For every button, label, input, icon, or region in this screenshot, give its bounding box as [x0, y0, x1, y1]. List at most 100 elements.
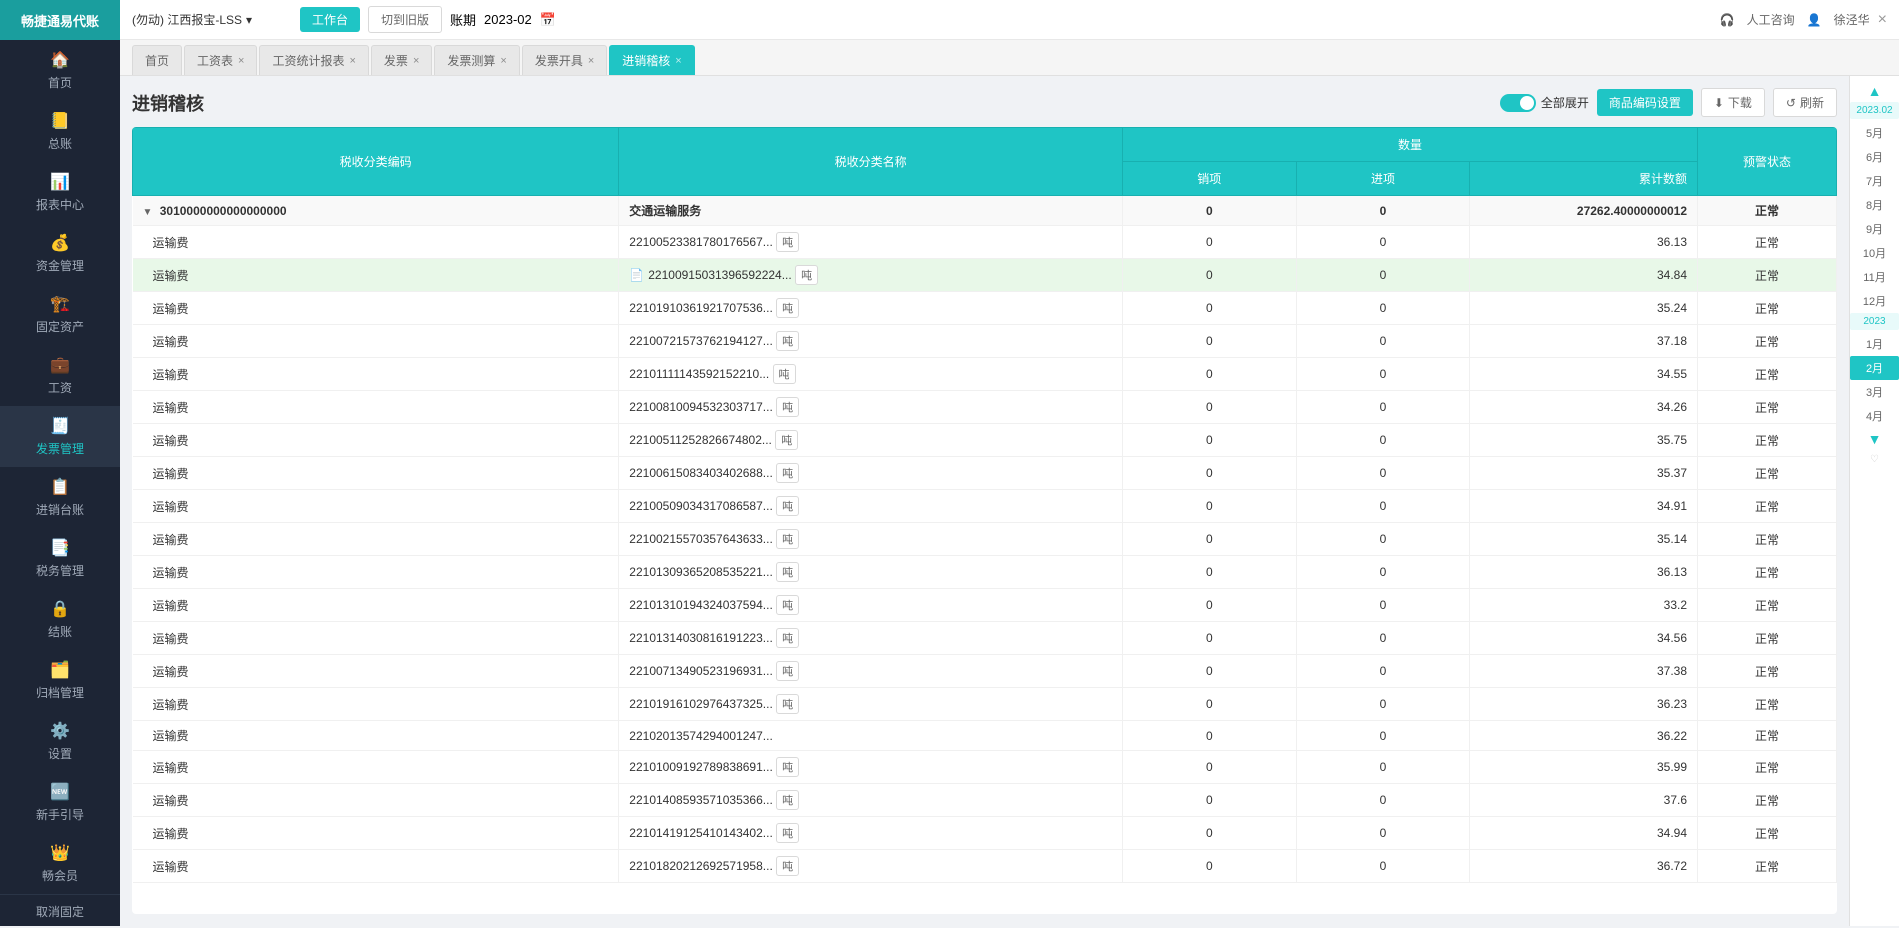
sidebar-item-tax[interactable]: 📑 税务管理: [0, 528, 120, 589]
company-selector[interactable]: (勿动) 江西报宝-LSS ▾: [132, 11, 292, 28]
month-1[interactable]: 1月: [1850, 332, 1899, 356]
sidebar-item-member[interactable]: 👑 畅会员: [0, 833, 120, 894]
th-sell: 销项: [1122, 162, 1296, 196]
table-row[interactable]: 运输费 22101419125410143402... 吨 0 0 34.94 …: [133, 817, 1837, 850]
table-row[interactable]: 运输费 22101916102976437325... 吨 0 0 36.23 …: [133, 688, 1837, 721]
tab-salary-stats-close[interactable]: ×: [349, 55, 355, 67]
refresh-button[interactable]: ↺ 刷新: [1773, 88, 1837, 117]
table-row[interactable]: ▼ 3010000000000000000 交通运输服务 0 0 27262.4…: [133, 196, 1837, 226]
month-12[interactable]: 12月: [1850, 289, 1899, 313]
tab-invoice[interactable]: 发票 ×: [371, 45, 432, 75]
cell-status: 正常: [1698, 556, 1837, 589]
cell-sell: 0: [1122, 655, 1296, 688]
sidebar-item-salary[interactable]: 💼 工资: [0, 345, 120, 406]
settings-button[interactable]: 商品编码设置: [1597, 89, 1693, 116]
timeline-down-arrow[interactable]: ▼: [1865, 428, 1885, 450]
table-row[interactable]: 运输费 22101111143592152210... 吨 0 0 34.55 …: [133, 358, 1837, 391]
toggle-track[interactable]: [1500, 94, 1536, 112]
sidebar-item-invoice-mgmt[interactable]: 🧾 发票管理: [0, 406, 120, 467]
tab-salary[interactable]: 工资表 ×: [184, 45, 257, 75]
tab-invoice-calc[interactable]: 发票测算 ×: [434, 45, 519, 75]
sidebar-item-assets[interactable]: 🏗️ 固定资产: [0, 284, 120, 345]
download-button[interactable]: ⬇ 下载: [1701, 88, 1765, 117]
timeline-up-arrow[interactable]: ▲: [1865, 80, 1885, 102]
sidebar-item-archive[interactable]: 🗂️ 归档管理: [0, 650, 120, 711]
table-row[interactable]: 运输费 22101314030816191223... 吨 0 0 34.56 …: [133, 622, 1837, 655]
month-4[interactable]: 4月: [1850, 404, 1899, 428]
sidebar-item-guide[interactable]: 🆕 新手引导: [0, 772, 120, 833]
workspace-button[interactable]: 工作台: [300, 7, 360, 32]
cell-type: 运输费: [133, 226, 619, 259]
month-10[interactable]: 10月: [1850, 241, 1899, 265]
sidebar-item-ledger[interactable]: 📒 总账: [0, 101, 120, 162]
month-5[interactable]: 5月: [1850, 121, 1899, 145]
sidebar-item-capital[interactable]: 💰 资金管理: [0, 223, 120, 284]
cell-buy: 0: [1296, 622, 1470, 655]
table-row[interactable]: 运输费 22101009192789838691... 吨 0 0 35.99 …: [133, 751, 1837, 784]
unpin-button[interactable]: 取消固定: [0, 894, 120, 928]
sidebar-item-closing[interactable]: 🔒 结账: [0, 589, 120, 650]
tab-salary-close[interactable]: ×: [238, 55, 244, 67]
month-11[interactable]: 11月: [1850, 265, 1899, 289]
support-label[interactable]: 人工咨询: [1747, 11, 1795, 28]
unit-tag: 吨: [795, 265, 818, 285]
tab-reconcile-close[interactable]: ×: [675, 55, 681, 67]
tab-invoice-calc-label: 发票测算: [447, 52, 495, 69]
cell-invoice-no: 22101309365208535221... 吨: [619, 556, 1123, 589]
table-row[interactable]: 运输费 22102013574294001247... 0 0 36.22 正常: [133, 721, 1837, 751]
table-row[interactable]: 运输费 22101910361921707536... 吨 0 0 35.24 …: [133, 292, 1837, 325]
month-7[interactable]: 7月: [1850, 169, 1899, 193]
table-row[interactable]: 运输费 22101820212692571958... 吨 0 0 36.72 …: [133, 850, 1837, 883]
table-row[interactable]: 运输费 📄22100915031396592224... 吨 0 0 34.84…: [133, 259, 1837, 292]
cell-status: 正常: [1698, 424, 1837, 457]
cell-cumulative: 35.24: [1470, 292, 1698, 325]
close-icon[interactable]: ×: [1878, 11, 1887, 29]
sidebar-item-sales-ledger[interactable]: 📋 进销台账: [0, 467, 120, 528]
tab-invoice-open-close[interactable]: ×: [588, 55, 594, 67]
tab-home[interactable]: 首页: [132, 45, 182, 75]
table-row[interactable]: 运输费 22100810094532303717... 吨 0 0 34.26 …: [133, 391, 1837, 424]
table-row[interactable]: 运输费 22100721573762194127... 吨 0 0 37.18 …: [133, 325, 1837, 358]
expand-arrow[interactable]: ▼: [143, 207, 153, 218]
table-row[interactable]: 运输费 22100713490523196931... 吨 0 0 37.38 …: [133, 655, 1837, 688]
table-row[interactable]: 运输费 22101309365208535221... 吨 0 0 36.13 …: [133, 556, 1837, 589]
cell-buy: 0: [1296, 490, 1470, 523]
table-row[interactable]: 运输费 22101310194324037594... 吨 0 0 33.2 正…: [133, 589, 1837, 622]
table-row[interactable]: 运输费 22100523381780176567... 吨 0 0 36.13 …: [133, 226, 1837, 259]
tab-invoice-close[interactable]: ×: [413, 55, 419, 67]
cell-cumulative: 35.99: [1470, 751, 1698, 784]
cell-buy: 0: [1296, 850, 1470, 883]
switch-version-button[interactable]: 切到旧版: [368, 6, 442, 33]
unit-tag: 吨: [776, 331, 799, 351]
cell-buy: 0: [1296, 457, 1470, 490]
cell-buy: 0: [1296, 325, 1470, 358]
unit-tag: 吨: [776, 298, 799, 318]
sidebar-item-reports[interactable]: 📊 报表中心: [0, 162, 120, 223]
tab-salary-stats[interactable]: 工资统计报表 ×: [259, 45, 368, 75]
month-2-active[interactable]: 2月: [1850, 356, 1899, 380]
cell-type: 运输费: [133, 391, 619, 424]
unit-tag: 吨: [776, 757, 799, 777]
cell-type: 运输费: [133, 424, 619, 457]
month-9[interactable]: 9月: [1850, 217, 1899, 241]
cell-status: 正常: [1698, 688, 1837, 721]
month-6[interactable]: 6月: [1850, 145, 1899, 169]
month-3[interactable]: 3月: [1850, 380, 1899, 404]
month-8[interactable]: 8月: [1850, 193, 1899, 217]
table-row[interactable]: 运输费 22100511252826674802... 吨 0 0 35.75 …: [133, 424, 1837, 457]
cell-status: 正常: [1698, 850, 1837, 883]
sidebar-item-settings[interactable]: ⚙️ 设置: [0, 711, 120, 772]
table-row[interactable]: 运输费 22100509034317086587... 吨 0 0 34.91 …: [133, 490, 1837, 523]
tab-invoice-open[interactable]: 发票开具 ×: [522, 45, 607, 75]
calendar-icon[interactable]: 📅: [540, 12, 556, 28]
sidebar-item-home[interactable]: 🏠 首页: [0, 40, 120, 101]
cell-invoice-no: 📄22100915031396592224... 吨: [619, 259, 1123, 292]
table-row[interactable]: 运输费 22101408593571035366... 吨 0 0 37.6 正…: [133, 784, 1837, 817]
tab-reconcile[interactable]: 进销稽核 ×: [609, 45, 694, 75]
table-row[interactable]: 运输费 22100215570357643633... 吨 0 0 35.14 …: [133, 523, 1837, 556]
cell-cumulative: 36.13: [1470, 556, 1698, 589]
user-name[interactable]: 徐泾华: [1834, 11, 1870, 28]
tab-invoice-calc-close[interactable]: ×: [500, 55, 506, 67]
toggle-expand[interactable]: 全部展开: [1500, 94, 1589, 112]
table-row[interactable]: 运输费 22100615083403402688... 吨 0 0 35.37 …: [133, 457, 1837, 490]
